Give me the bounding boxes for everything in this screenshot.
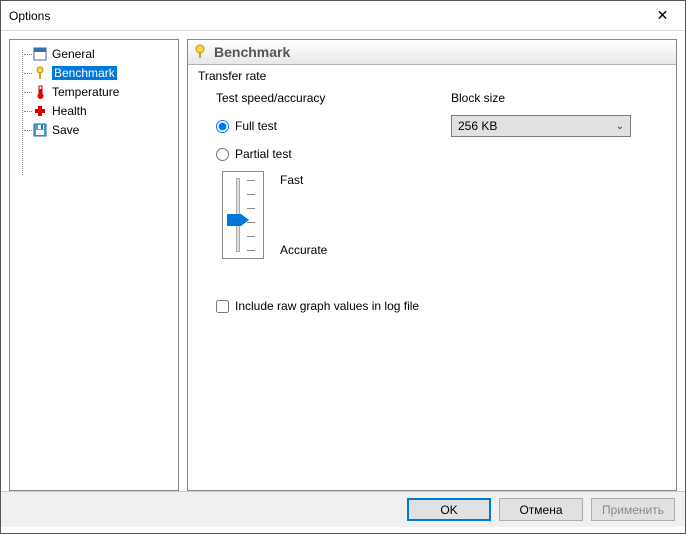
close-icon: ✕	[657, 7, 669, 24]
window-title: Options	[9, 9, 50, 23]
sidebar-item-label: Health	[52, 104, 87, 118]
sidebar-item-label: Save	[52, 123, 79, 137]
sidebar-item-health[interactable]: Health	[12, 102, 176, 120]
group-transfer-rate: Transfer rate	[198, 69, 666, 83]
radio-full-test-input[interactable]	[216, 120, 229, 133]
cancel-button[interactable]: Отмена	[499, 498, 583, 521]
health-icon	[32, 103, 48, 119]
main-panel: Benchmark Transfer rate Test speed/accur…	[187, 39, 677, 491]
benchmark-bulb-icon	[192, 44, 208, 60]
sidebar-item-benchmark[interactable]: Benchmark	[12, 64, 176, 82]
accuracy-slider[interactable]	[222, 171, 264, 259]
controls-row: Full test 256 KB ⌄	[216, 115, 666, 137]
sidebar: General Benchmark Temperature Health Sav	[9, 39, 179, 491]
benchmark-icon	[32, 65, 48, 81]
radio-partial-test-input[interactable]	[216, 148, 229, 161]
sidebar-item-general[interactable]: General	[12, 45, 176, 63]
slider-labels: Fast Accurate	[280, 171, 327, 259]
include-raw-label: Include raw graph values in log file	[235, 299, 419, 313]
general-icon	[32, 46, 48, 62]
sidebar-item-save[interactable]: Save	[12, 121, 176, 139]
sidebar-item-label: General	[52, 47, 95, 61]
apply-button[interactable]: Применить	[591, 498, 675, 521]
ok-button[interactable]: OK	[407, 498, 491, 521]
titlebar: Options ✕	[1, 1, 685, 31]
slider-fast-label: Fast	[280, 173, 327, 187]
sidebar-item-temperature[interactable]: Temperature	[12, 83, 176, 101]
radio-full-test-label: Full test	[235, 119, 277, 133]
panel-title: Benchmark	[214, 44, 290, 60]
slider-thumb-icon[interactable]	[227, 214, 249, 226]
labels-row: Test speed/accuracy Block size	[216, 91, 666, 105]
accuracy-slider-block: Fast Accurate	[222, 171, 666, 259]
block-size-value: 256 KB	[458, 119, 497, 133]
radio-partial-test[interactable]: Partial test	[216, 147, 666, 161]
sidebar-item-label: Temperature	[52, 85, 119, 99]
chevron-down-icon: ⌄	[616, 121, 624, 132]
sidebar-item-label: Benchmark	[52, 66, 117, 80]
radio-partial-test-label: Partial test	[235, 147, 292, 161]
block-size-combo[interactable]: 256 KB ⌄	[451, 115, 631, 137]
include-raw-checkbox[interactable]	[216, 300, 229, 313]
button-bar: OK Отмена Применить	[1, 491, 685, 527]
include-raw-checkbox-row[interactable]: Include raw graph values in log file	[216, 299, 666, 313]
panel-header: Benchmark	[188, 40, 676, 65]
floppy-icon	[32, 122, 48, 138]
slider-accurate-label: Accurate	[280, 243, 327, 257]
test-speed-label: Test speed/accuracy	[216, 91, 431, 105]
close-button[interactable]: ✕	[640, 1, 685, 31]
radio-full-test[interactable]: Full test	[216, 119, 431, 133]
content-area: General Benchmark Temperature Health Sav	[1, 31, 685, 491]
block-size-label: Block size	[451, 91, 666, 105]
thermometer-icon	[32, 84, 48, 100]
